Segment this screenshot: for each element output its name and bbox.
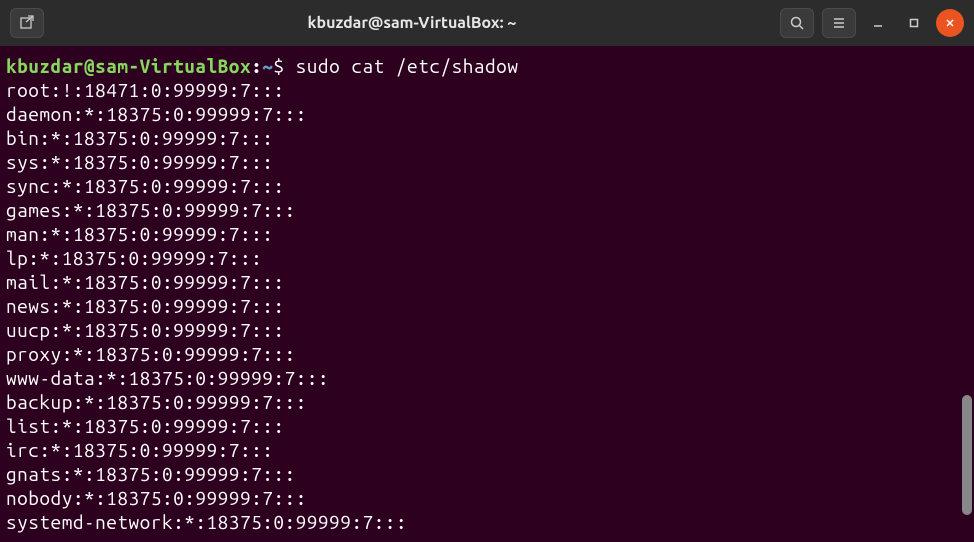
prompt-colon: : <box>251 55 262 77</box>
maximize-icon <box>908 17 920 29</box>
output-line: lp:*:18375:0:99999:7::: <box>6 246 968 270</box>
output-container: root:!:18471:0:99999:7:::daemon:*:18375:… <box>6 78 968 534</box>
output-line: sync:*:18375:0:99999:7::: <box>6 174 968 198</box>
output-line: mail:*:18375:0:99999:7::: <box>6 270 968 294</box>
search-button[interactable] <box>780 8 814 38</box>
minimize-button[interactable] <box>864 9 892 37</box>
prompt-line: kbuzdar@sam-VirtualBox:~$ sudo cat /etc/… <box>6 54 968 78</box>
output-line: proxy:*:18375:0:99999:7::: <box>6 342 968 366</box>
output-line: gnats:*:18375:0:99999:7::: <box>6 462 968 486</box>
hamburger-icon <box>831 15 847 31</box>
prompt-path: ~ <box>262 55 273 77</box>
output-line: games:*:18375:0:99999:7::: <box>6 198 968 222</box>
new-tab-button[interactable] <box>10 8 44 38</box>
minimize-icon <box>872 17 884 29</box>
new-tab-icon <box>19 15 35 31</box>
output-line: daemon:*:18375:0:99999:7::: <box>6 102 968 126</box>
scrollbar-thumb[interactable] <box>962 395 972 515</box>
window-title: kbuzdar@sam-VirtualBox: ~ <box>52 14 772 32</box>
output-line: nobody:*:18375:0:99999:7::: <box>6 486 968 510</box>
output-line: www-data:*:18375:0:99999:7::: <box>6 366 968 390</box>
output-line: news:*:18375:0:99999:7::: <box>6 294 968 318</box>
output-line: backup:*:18375:0:99999:7::: <box>6 390 968 414</box>
output-line: uucp:*:18375:0:99999:7::: <box>6 318 968 342</box>
prompt-dollar: $ <box>273 55 295 77</box>
output-line: systemd-network:*:18375:0:99999:7::: <box>6 510 968 534</box>
output-line: irc:*:18375:0:99999:7::: <box>6 438 968 462</box>
output-line: man:*:18375:0:99999:7::: <box>6 222 968 246</box>
output-line: bin:*:18375:0:99999:7::: <box>6 126 968 150</box>
titlebar-right-controls <box>780 8 964 38</box>
search-icon <box>789 15 805 31</box>
output-line: list:*:18375:0:99999:7::: <box>6 414 968 438</box>
terminal-body[interactable]: kbuzdar@sam-VirtualBox:~$ sudo cat /etc/… <box>0 46 974 542</box>
prompt-user-host: kbuzdar@sam-VirtualBox <box>6 55 251 77</box>
close-icon <box>944 17 956 29</box>
titlebar: kbuzdar@sam-VirtualBox: ~ <box>0 0 974 46</box>
output-line: sys:*:18375:0:99999:7::: <box>6 150 968 174</box>
menu-button[interactable] <box>822 8 856 38</box>
maximize-button[interactable] <box>900 9 928 37</box>
close-button[interactable] <box>936 9 964 37</box>
command-text: sudo cat /etc/shadow <box>296 55 519 77</box>
output-line: root:!:18471:0:99999:7::: <box>6 78 968 102</box>
